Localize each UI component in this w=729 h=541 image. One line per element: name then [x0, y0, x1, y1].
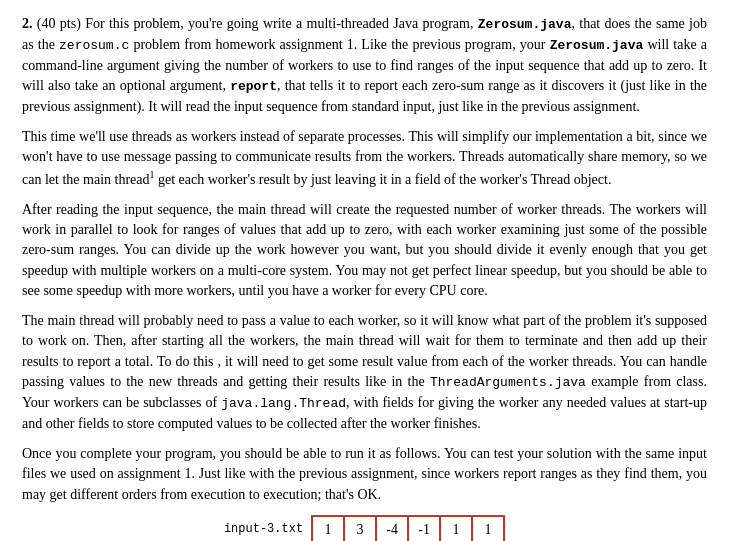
- paragraph-4: The main thread will probably need to pa…: [22, 311, 707, 434]
- code-threadarguments: ThreadArguments.java: [430, 375, 586, 390]
- code-zerosum-java: Zerosum.java: [478, 17, 572, 32]
- input-cell-1: 3: [345, 517, 377, 541]
- problem-number: 2. (40 pts) For this problem, you're goi…: [22, 16, 707, 114]
- input-cell-2: -4: [377, 517, 409, 541]
- paragraph-1: 2. (40 pts) For this problem, you're goi…: [22, 14, 707, 117]
- input-cell-3: -1: [409, 517, 441, 541]
- code-report: report: [230, 79, 277, 94]
- input-display-line: input-3.txt 1 3 -4 -1 1 1: [22, 515, 707, 541]
- paragraph-2: This time we'll use threads as workers i…: [22, 127, 707, 190]
- input-cell-5: 1: [473, 517, 505, 541]
- input-cell-4: 1: [441, 517, 473, 541]
- paragraph-3: After reading the input sequence, the ma…: [22, 200, 707, 301]
- input-file-label: input-3.txt: [224, 521, 303, 538]
- paragraph-5: Once you complete your program, you shou…: [22, 444, 707, 505]
- code-zerosum-c: zerosum.c: [59, 38, 129, 53]
- input-cell-0: 1: [313, 517, 345, 541]
- input-table: 1 3 -4 -1 1 1: [311, 515, 505, 541]
- code-zerosum-java-2: Zerosum.java: [550, 38, 644, 53]
- problem-block: 2. (40 pts) For this problem, you're goi…: [22, 14, 707, 541]
- footnote-ref-1: 1: [150, 169, 155, 180]
- code-java-thread: java.lang.Thread: [221, 396, 346, 411]
